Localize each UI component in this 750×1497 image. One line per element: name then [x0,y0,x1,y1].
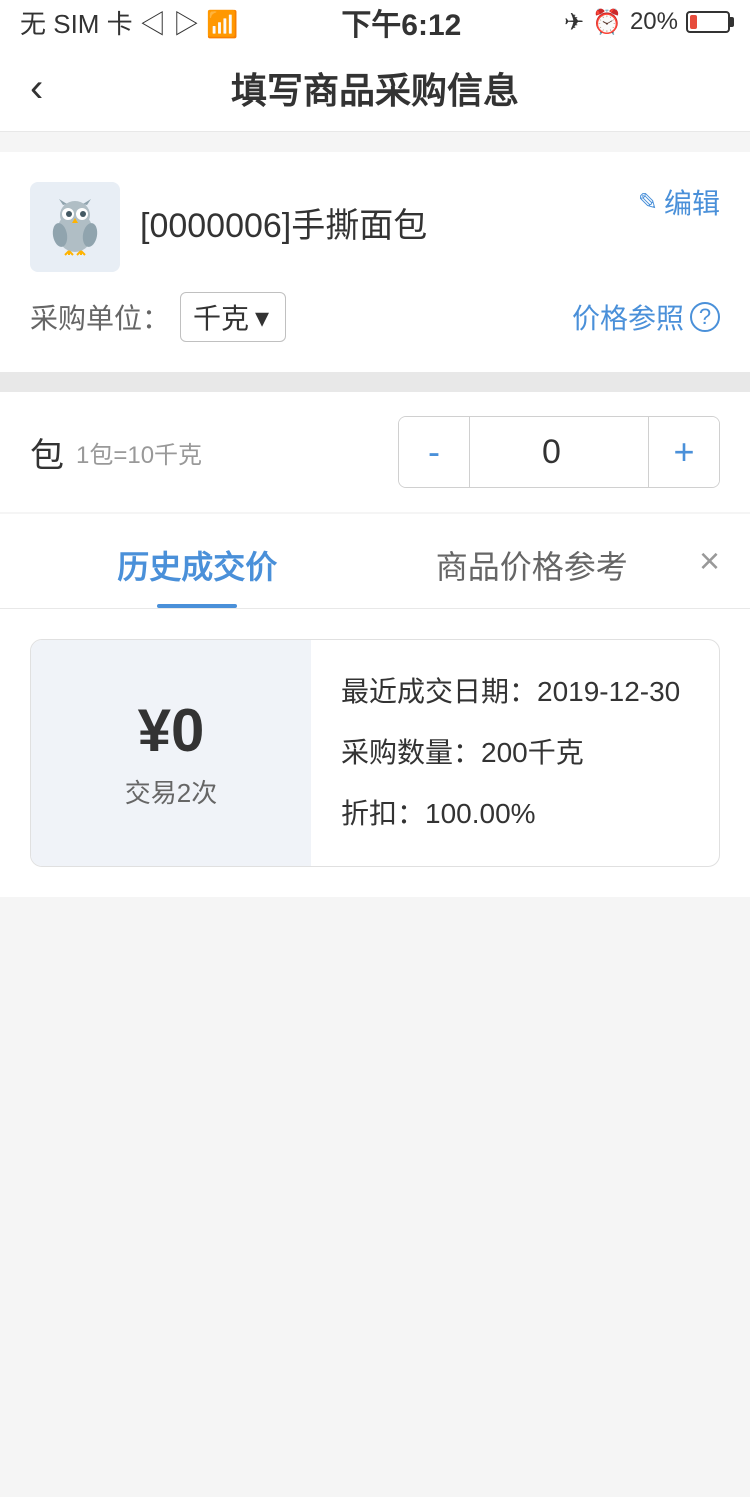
battery-percent: 20% [630,8,678,36]
status-carrier: 无 SIM 卡 ◁ ▷ 📶 [20,4,239,41]
edit-button[interactable]: ✎ 编辑 [638,182,720,222]
help-icon: ? [690,302,720,332]
panel-close-button[interactable]: × [699,523,720,599]
quantity-minus-button[interactable]: - [399,417,469,487]
bottom-area [0,897,750,1497]
quantity-control: - + [398,416,720,488]
price-panel: 历史成交价 商品价格参考 × ¥0 交易2次 最近成交日期：2019-12-30… [0,514,750,897]
product-thumbnail [30,182,120,272]
recent-date-row: 最近成交日期：2019-12-30 [341,670,689,715]
unit-section: 采购单位： 千克 ▾ [30,292,286,342]
edit-icon: ✎ [638,188,658,217]
tab-history-price[interactable]: 历史成交价 [30,514,364,608]
quantity-label: 包 1包=10千克 [30,428,202,477]
history-price-value: ¥0 [138,696,205,765]
panel-content: ¥0 交易2次 最近成交日期：2019-12-30 采购数量：200千克 折扣：… [0,609,750,897]
page-header: ‹ 填写商品采购信息 [0,44,750,132]
discount-row: 折扣：100.00% [341,792,689,837]
location-icon: ✈ [564,8,584,37]
history-card: ¥0 交易2次 最近成交日期：2019-12-30 采购数量：200千克 折扣：… [30,639,720,867]
chevron-down-icon: ▾ [255,301,269,334]
quantity-plus-button[interactable]: + [649,417,719,487]
status-right: ✈ ⏰ 20% [564,8,730,37]
alarm-icon: ⏰ [592,8,622,37]
product-image [45,197,105,257]
quantity-input[interactable] [469,417,649,487]
section-divider [0,372,750,392]
status-bar: 无 SIM 卡 ◁ ▷ 📶 下午6:12 ✈ ⏰ 20% [0,0,750,44]
history-price-summary: ¥0 交易2次 [31,640,311,866]
unit-dropdown[interactable]: 千克 ▾ [180,292,286,342]
price-reference-button[interactable]: 价格参照 ? [572,297,720,337]
panel-tabs: 历史成交价 商品价格参考 × [0,514,750,609]
product-name: [0000006]手撕面包 [140,203,427,251]
product-top: [0000006]手撕面包 ✎ 编辑 [30,182,720,272]
product-bottom: 采购单位： 千克 ▾ 价格参照 ? [30,292,720,342]
history-price-details: 最近成交日期：2019-12-30 采购数量：200千克 折扣：100.00% [311,640,719,866]
unit-conversion: 1包=10千克 [76,435,202,470]
product-left: [0000006]手撕面包 [30,182,427,272]
unit-label: 采购单位： [30,297,170,337]
history-transactions-count: 交易2次 [125,773,217,810]
back-button[interactable]: ‹ [30,68,43,108]
purchase-qty-row: 采购数量：200千克 [341,731,689,776]
status-time: 下午6:12 [341,0,461,44]
battery-icon [686,11,730,33]
unit-name: 包 [30,428,64,477]
product-card: [0000006]手撕面包 ✎ 编辑 采购单位： 千克 ▾ 价格参照 ? [0,152,750,372]
page-title: 填写商品采购信息 [231,62,519,114]
tab-price-reference[interactable]: 商品价格参考 [364,514,698,608]
quantity-row: 包 1包=10千克 - + [0,392,750,512]
